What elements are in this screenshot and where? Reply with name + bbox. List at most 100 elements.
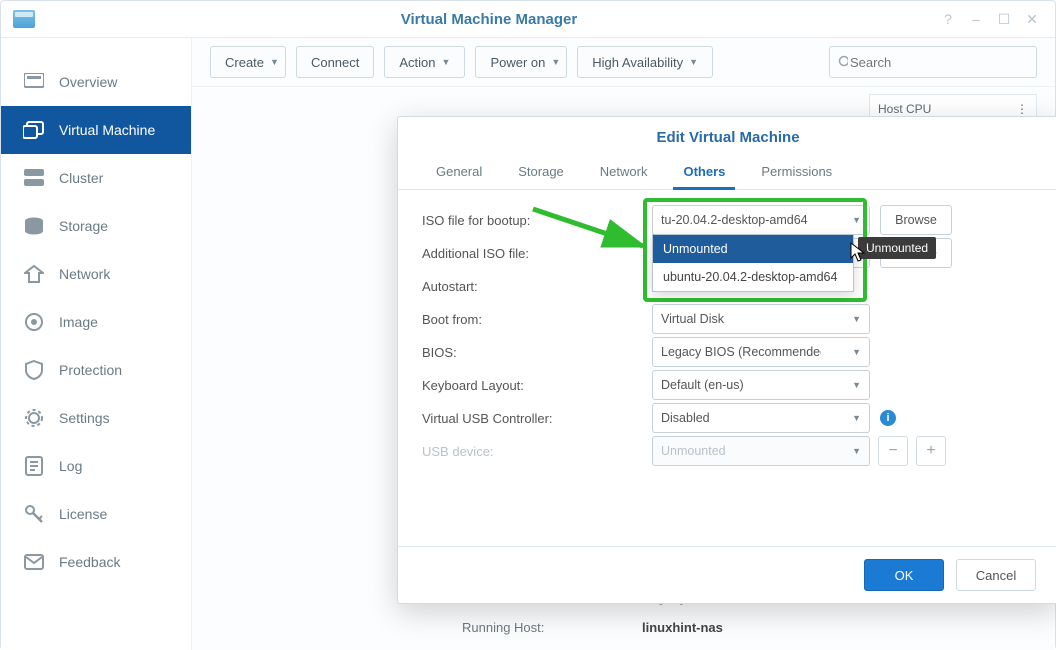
usb-device-select: Unmounted ▼	[652, 436, 870, 466]
sidebar-item-cluster[interactable]: Cluster	[1, 154, 191, 202]
sidebar-item-settings[interactable]: Settings	[1, 394, 191, 442]
toolbar: Create ▼ Connect Action ▼ Power on▼ High A…	[192, 38, 1055, 87]
iso-bootup-value: tu-20.04.2-desktop-amd64	[661, 213, 808, 227]
chevron-down-icon: ▼	[852, 380, 861, 390]
sidebar-item-label: Settings	[59, 410, 110, 426]
bg-host-value: linuxhint-nas	[642, 620, 723, 635]
minimize-button[interactable]: –	[965, 8, 987, 30]
sidebar-item-label: Storage	[59, 218, 108, 234]
usb-device-value: Unmounted	[661, 444, 726, 458]
sidebar-item-label: Virtual Machine	[59, 122, 155, 138]
overview-icon	[23, 71, 45, 93]
chevron-down-icon: ▼	[852, 215, 861, 225]
action-button[interactable]: Action ▼	[384, 46, 465, 78]
log-icon	[23, 455, 45, 477]
mail-icon	[23, 551, 45, 573]
usb-controller-value: Disabled	[661, 411, 710, 425]
dialog-tabs: General Storage Network Others Permissio…	[398, 154, 1056, 190]
sidebar-item-label: Image	[59, 314, 98, 330]
tab-network[interactable]: Network	[582, 154, 666, 189]
chevron-down-icon: ▼	[442, 57, 451, 67]
title-bar: Virtual Machine Manager ? – ☐ ✕	[1, 1, 1055, 38]
bg-host-label: Running Host:	[462, 620, 642, 635]
sidebar-item-label: Protection	[59, 362, 122, 378]
window-title: Virtual Machine Manager	[47, 11, 931, 28]
usb-controller-label: Virtual USB Controller:	[422, 411, 652, 426]
key-icon	[23, 503, 45, 525]
bios-select[interactable]: Legacy BIOS (Recommended) ▼	[652, 337, 870, 367]
boot-from-label: Boot from:	[422, 312, 652, 327]
boot-from-select[interactable]: Virtual Disk ▼	[652, 304, 870, 334]
edit-vm-dialog: Edit Virtual Machine General Storage Net…	[397, 116, 1056, 604]
tab-general[interactable]: General	[418, 154, 500, 189]
sidebar-item-virtual-machine[interactable]: Virtual Machine	[1, 106, 191, 154]
search-box[interactable]	[829, 46, 1037, 78]
search-input[interactable]	[848, 54, 1028, 71]
dialog-form: ISO file for bootup: tu-20.04.2-desktop-…	[398, 190, 1056, 546]
additional-iso-label: Additional ISO file:	[422, 246, 652, 261]
close-button[interactable]: ✕	[1021, 8, 1043, 30]
connect-button[interactable]: Connect	[296, 46, 374, 78]
usb-add-button[interactable]: +	[916, 436, 946, 466]
host-cpu-label: Host CPU	[878, 102, 931, 116]
cancel-button[interactable]: Cancel	[956, 559, 1036, 591]
iso-bootup-browse-button[interactable]: Browse	[880, 205, 952, 235]
chevron-down-icon: ▼	[852, 446, 861, 456]
keyboard-layout-select[interactable]: Default (en-us) ▼	[652, 370, 870, 400]
sidebar-item-label: Log	[59, 458, 82, 474]
tab-others[interactable]: Others	[665, 154, 743, 189]
bios-label: BIOS:	[422, 345, 652, 360]
tab-permissions[interactable]: Permissions	[743, 154, 850, 189]
sidebar-item-feedback[interactable]: Feedback	[1, 538, 191, 586]
boot-from-value: Virtual Disk	[661, 312, 724, 326]
usb-remove-button[interactable]: −	[878, 436, 908, 466]
create-button[interactable]: Create ▼	[210, 46, 286, 78]
dropdown-option-ubuntu[interactable]: ubuntu-20.04.2-desktop-amd64	[653, 263, 853, 291]
content-area: Create ▼ Connect Action ▼ Power on▼ High A…	[192, 38, 1055, 650]
network-icon	[23, 263, 45, 285]
usb-controller-select[interactable]: Disabled ▼	[652, 403, 870, 433]
sidebar-item-protection[interactable]: Protection	[1, 346, 191, 394]
tab-storage[interactable]: Storage	[500, 154, 582, 189]
sidebar-item-label: Cluster	[59, 170, 103, 186]
storage-icon	[23, 215, 45, 237]
kebab-icon[interactable]: ⋮	[1016, 102, 1028, 116]
vm-icon	[23, 119, 45, 141]
bios-value: Legacy BIOS (Recommended)	[661, 345, 821, 359]
sidebar-item-image[interactable]: Image	[1, 298, 191, 346]
sidebar-item-overview[interactable]: Overview	[1, 58, 191, 106]
chevron-down-icon: ▼	[551, 57, 560, 67]
chevron-down-icon: ▼	[270, 57, 279, 67]
create-label: Create	[225, 55, 264, 70]
ha-label: High Availability	[592, 55, 683, 70]
dialog-title: Edit Virtual Machine	[398, 117, 1056, 154]
help-button[interactable]: ?	[937, 8, 959, 30]
chevron-down-icon: ▼	[852, 413, 861, 423]
image-icon	[23, 311, 45, 333]
sidebar-item-label: Feedback	[59, 554, 120, 570]
high-availability-button[interactable]: High Availability ▼	[577, 46, 713, 78]
shield-icon	[23, 359, 45, 381]
maximize-button[interactable]: ☐	[993, 8, 1015, 30]
ok-button[interactable]: OK	[864, 559, 944, 591]
dropdown-option-unmounted[interactable]: Unmounted	[653, 235, 853, 263]
sidebar-item-storage[interactable]: Storage	[1, 202, 191, 250]
gear-icon	[23, 407, 45, 429]
app-icon	[13, 10, 35, 28]
sidebar-item-license[interactable]: License	[1, 490, 191, 538]
info-icon[interactable]: i	[880, 410, 896, 426]
autostart-label: Autostart:	[422, 279, 652, 294]
sidebar-item-log[interactable]: Log	[1, 442, 191, 490]
keyboard-layout-value: Default (en-us)	[661, 378, 744, 392]
power-on-button[interactable]: Power on▼	[475, 46, 567, 78]
iso-bootup-select[interactable]: tu-20.04.2-desktop-amd64 ▼	[652, 205, 870, 235]
usb-device-label: USB device:	[422, 444, 652, 459]
action-label: Action	[399, 55, 435, 70]
chevron-down-icon: ▼	[852, 347, 861, 357]
chevron-down-icon: ▼	[852, 314, 861, 324]
tooltip: Unmounted	[858, 237, 936, 259]
chevron-down-icon: ▼	[689, 57, 698, 67]
additional-iso-dropdown: Unmounted ubuntu-20.04.2-desktop-amd64	[652, 234, 854, 292]
sidebar-item-network[interactable]: Network	[1, 250, 191, 298]
sidebar-item-label: Network	[59, 266, 110, 282]
